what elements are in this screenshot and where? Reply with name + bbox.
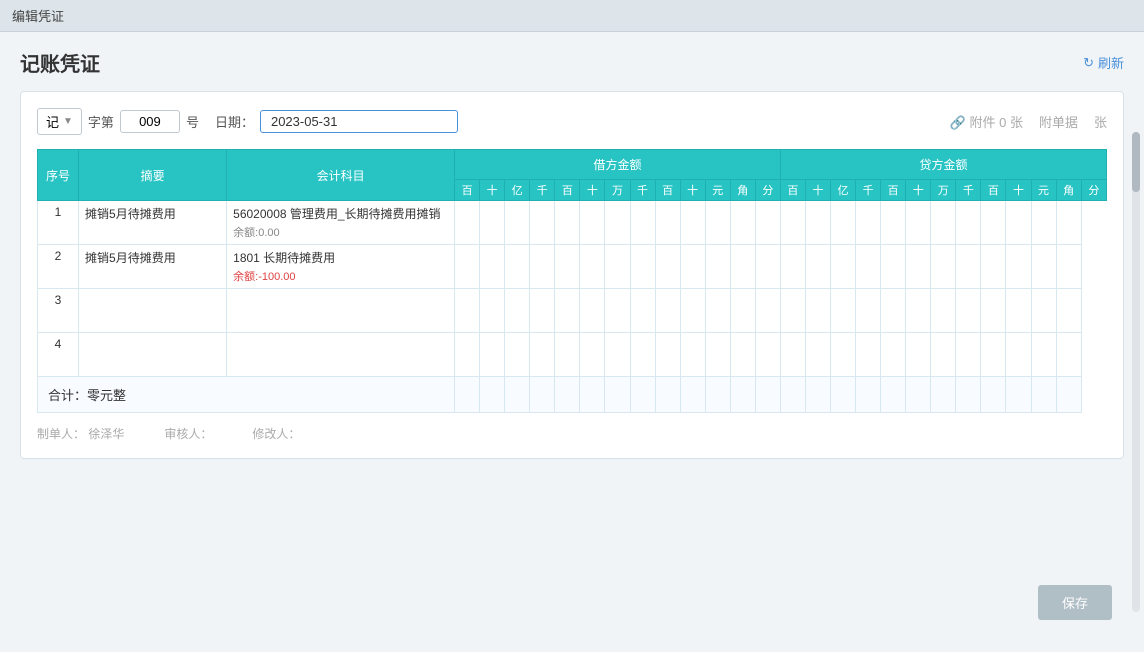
d-bai: 百 — [455, 180, 480, 201]
ji-group: 记 ▼ 字第 号 — [37, 108, 199, 135]
d-shi2: 十 — [580, 180, 605, 201]
c-bai: 百 — [780, 180, 805, 201]
summary-text: 摊销5月待摊费用 — [85, 205, 220, 222]
date-label: 日期： — [215, 112, 254, 131]
window: 编辑凭证 记账凭证 ↻ 刷新 记 ▼ 字第 号 — [0, 0, 1144, 652]
ji-label: 记 — [46, 112, 59, 131]
account-cell[interactable] — [227, 333, 455, 377]
footer-info: 制单人： 徐泽华 审核人： 修改人： — [37, 425, 1107, 442]
save-button[interactable]: 保存 — [1038, 585, 1112, 620]
creator-label: 制单人： — [37, 427, 85, 441]
c-bai2: 百 — [881, 180, 906, 201]
total-label: 合计：零元整 — [38, 377, 455, 413]
c-qian2: 千 — [956, 180, 981, 201]
table-row: 2 摊销5月待摊费用 1801 长期待摊费用 余额:-100.00 — [38, 245, 1107, 289]
summary-header: 摘要 — [79, 150, 227, 201]
page-title: 记账凭证 — [20, 48, 100, 77]
d-shi3: 十 — [680, 180, 705, 201]
form-row: 记 ▼ 字第 号 日期： 🔗 附件 0 张 附单据 — [37, 108, 1107, 135]
content-area: 记账凭证 ↻ 刷新 记 ▼ 字第 号 日期： — [0, 32, 1144, 652]
c-wan: 万 — [931, 180, 956, 201]
debit-header: 借方金额 — [455, 150, 781, 180]
table-row: 3 — [38, 289, 1107, 333]
seq-cell: 1 — [38, 201, 79, 245]
account-cell[interactable]: 56020008 管理费用_长期待摊费用摊销 余额:0.00 — [227, 201, 455, 245]
table-row: 4 — [38, 333, 1107, 377]
seq-cell: 2 — [38, 245, 79, 289]
title-bar: 编辑凭证 — [0, 0, 1144, 32]
refresh-button[interactable]: ↻ 刷新 — [1083, 53, 1124, 72]
main-header-row: 序号 摘要 会计科目 借方金额 贷方金额 — [38, 150, 1107, 180]
balance-text: 余额:0.00 — [233, 224, 448, 240]
c-bai3: 百 — [981, 180, 1006, 201]
chevron-down-icon: ▼ — [63, 116, 73, 127]
table-row: 1 摊销5月待摊费用 56020008 管理费用_长期待摊费用摊销 余额:0.0… — [38, 201, 1107, 245]
zi-number-input[interactable] — [120, 110, 180, 133]
reviewer-label: 审核人： — [164, 427, 212, 441]
c-shi3: 十 — [1006, 180, 1031, 201]
modifier-info: 修改人： — [252, 425, 300, 442]
account-cell[interactable]: 1801 长期待摊费用 余额:-100.00 — [227, 245, 455, 289]
zi-label: 字第 — [88, 112, 114, 131]
account-cell[interactable] — [227, 289, 455, 333]
creator-name: 徐泽华 — [88, 427, 124, 441]
balance-neg-text: 余额:-100.00 — [233, 268, 448, 284]
summary-cell[interactable]: 摊销5月待摊费用 — [79, 201, 227, 245]
date-group: 日期： — [215, 110, 458, 133]
d-yuan: 元 — [705, 180, 730, 201]
refresh-icon: ↻ — [1083, 55, 1094, 71]
d-qian: 千 — [530, 180, 555, 201]
total-row: 合计：零元整 — [38, 377, 1107, 413]
d-shi: 十 — [480, 180, 505, 201]
voucher-table: 序号 摘要 会计科目 借方金额 贷方金额 百 十 亿 千 百 十 万 — [37, 149, 1107, 413]
account-code: 1801 长期待摊费用 — [233, 249, 448, 266]
seq-header: 序号 — [38, 150, 79, 201]
credit-header: 贷方金额 — [780, 150, 1106, 180]
scrollbar-track[interactable] — [1132, 132, 1140, 612]
account-header: 会计科目 — [227, 150, 455, 201]
d-bai3: 百 — [655, 180, 680, 201]
voucher-card: 记 ▼ 字第 号 日期： 🔗 附件 0 张 附单据 — [20, 91, 1124, 459]
c-qian: 千 — [856, 180, 881, 201]
d-fen: 分 — [755, 180, 780, 201]
d-yi: 亿 — [505, 180, 530, 201]
summary-cell[interactable] — [79, 289, 227, 333]
d-qian2: 千 — [630, 180, 655, 201]
page-header: 记账凭证 ↻ 刷新 — [20, 48, 1124, 77]
modifier-label: 修改人： — [252, 427, 300, 441]
seq-cell: 3 — [38, 289, 79, 333]
zhang-btn[interactable]: 张 — [1094, 112, 1107, 131]
c-yi: 亿 — [831, 180, 856, 201]
summary-text: 摊销5月待摊费用 — [85, 249, 220, 266]
ji-select[interactable]: 记 ▼ — [37, 108, 82, 135]
summary-cell[interactable]: 摊销5月待摊费用 — [79, 245, 227, 289]
creator-info: 制单人： 徐泽华 — [37, 425, 124, 442]
c-jiao: 角 — [1056, 180, 1081, 201]
reviewer-info: 审核人： — [164, 425, 212, 442]
d-jiao: 角 — [730, 180, 755, 201]
seq-cell: 4 — [38, 333, 79, 377]
window-title: 编辑凭证 — [12, 9, 64, 24]
hao-label: 号 — [186, 112, 199, 131]
d-wan: 万 — [605, 180, 630, 201]
c-fen: 分 — [1081, 180, 1106, 201]
account-code: 56020008 管理费用_长期待摊费用摊销 — [233, 205, 448, 222]
date-input[interactable] — [260, 110, 458, 133]
right-info: 🔗 附件 0 张 附单据 张 — [950, 112, 1107, 131]
summary-cell[interactable] — [79, 333, 227, 377]
c-shi: 十 — [805, 180, 830, 201]
c-shi2: 十 — [906, 180, 931, 201]
fujudan-link[interactable]: 附单据 — [1039, 112, 1078, 131]
fujian-link[interactable]: 🔗 附件 0 张 — [950, 112, 1023, 131]
scrollbar-thumb[interactable] — [1132, 132, 1140, 192]
d-bai2: 百 — [555, 180, 580, 201]
paperclip-icon: 🔗 — [950, 115, 966, 130]
c-yuan: 元 — [1031, 180, 1056, 201]
